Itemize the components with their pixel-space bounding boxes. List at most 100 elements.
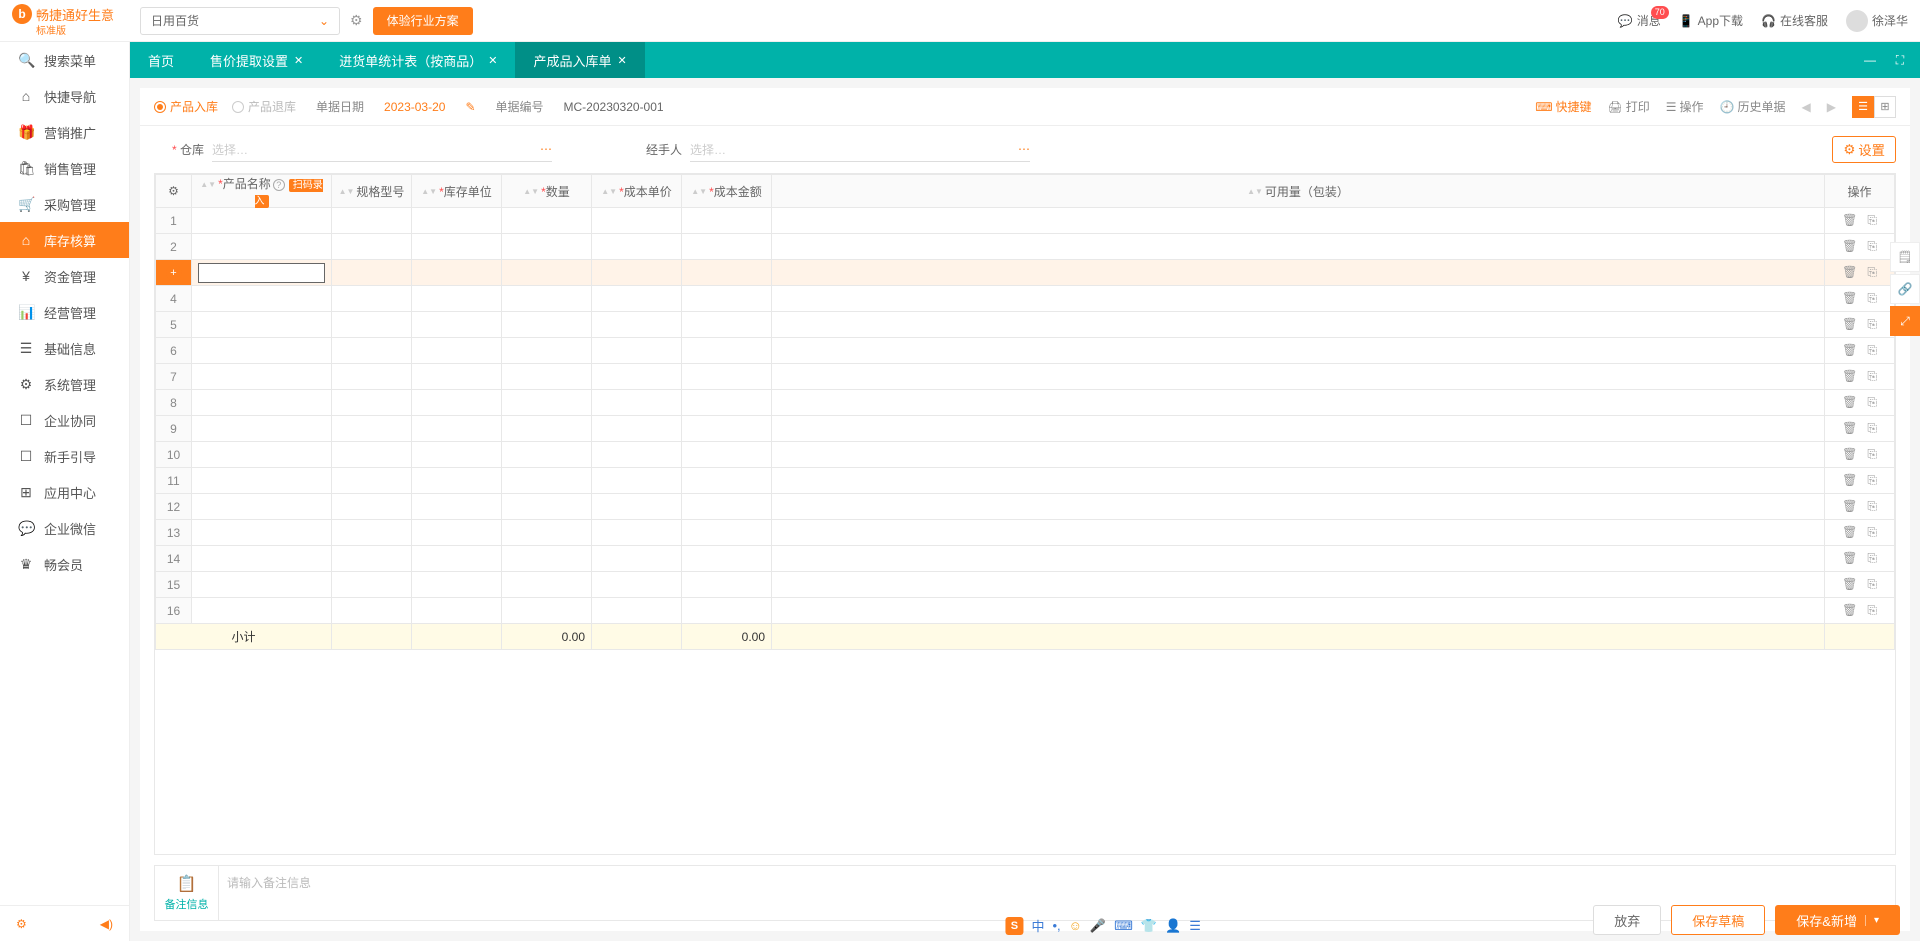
copy-icon[interactable]: ⎘ (1867, 395, 1877, 410)
table-row[interactable]: 1🗑⎘ (156, 208, 1895, 234)
close-icon[interactable]: ✕ (488, 54, 497, 67)
float-expand-icon[interactable]: ⤢ (1890, 306, 1920, 336)
delete-icon[interactable]: 🗑 (1842, 213, 1857, 228)
gear-icon[interactable]: ⚙ (350, 12, 363, 29)
settings-button[interactable]: ⚙ 设置 (1832, 136, 1896, 163)
experience-button[interactable]: 体验行业方案 (373, 7, 473, 35)
radio-product-in[interactable]: 产品入库 (154, 98, 218, 115)
table-row[interactable]: 6🗑⎘ (156, 338, 1895, 364)
save-draft-button[interactable]: 保存草稿 (1671, 905, 1765, 935)
th-amount[interactable]: ▲▼*成本金额 (682, 175, 772, 208)
print-link[interactable]: 🖨 打印 (1608, 98, 1650, 115)
sidebar-item-4[interactable]: 🛒采购管理 (0, 186, 129, 222)
add-row-icon[interactable]: + (166, 265, 182, 281)
sidebar-item-3[interactable]: 🛍销售管理 (0, 150, 129, 186)
table-row[interactable]: 2🗑⎘ (156, 234, 1895, 260)
view-list-button[interactable]: ☰ (1852, 96, 1874, 118)
copy-icon[interactable]: ⎘ (1867, 577, 1877, 592)
th-available[interactable]: ▲▼可用量（包装） (772, 175, 1825, 208)
copy-icon[interactable]: ⎘ (1867, 213, 1877, 228)
discard-button[interactable]: 放弃 (1593, 905, 1661, 935)
tab-0[interactable]: 首页 (130, 42, 192, 78)
float-note-icon[interactable]: 🗒 (1890, 242, 1920, 272)
delete-icon[interactable]: 🗑 (1842, 291, 1857, 306)
product-input[interactable] (198, 263, 325, 283)
prev-doc-icon[interactable]: ◀ (1802, 100, 1811, 114)
sidebar-item-5[interactable]: ⌂库存核算 (0, 222, 129, 258)
sidebar-item-8[interactable]: ☰基础信息 (0, 330, 129, 366)
table-row[interactable]: 7🗑⎘ (156, 364, 1895, 390)
shortcut-link[interactable]: ⌨ 快捷键 (1535, 98, 1591, 115)
delete-icon[interactable]: 🗑 (1842, 421, 1857, 436)
delete-icon[interactable]: 🗑 (1842, 603, 1857, 618)
app-download-link[interactable]: 📱 App下载 (1679, 12, 1743, 29)
delete-icon[interactable]: 🗑 (1842, 499, 1857, 514)
collapse-icon[interactable]: ◀) (100, 917, 113, 931)
tab-2[interactable]: 进货单统计表（按商品）✕ (321, 42, 515, 78)
sidebar-item-14[interactable]: ♛畅会员 (0, 546, 129, 582)
tab-minimize-icon[interactable]: — (1856, 46, 1884, 74)
messages-link[interactable]: 💬 消息 70 (1618, 12, 1661, 29)
sidebar-item-9[interactable]: ⚙系统管理 (0, 366, 129, 402)
copy-icon[interactable]: ⎘ (1867, 265, 1877, 280)
delete-icon[interactable]: 🗑 (1842, 525, 1857, 540)
float-link-icon[interactable]: 🔗 (1890, 274, 1920, 304)
save-new-button[interactable]: 保存&新增▾ (1775, 905, 1900, 935)
table-row[interactable]: 13🗑⎘ (156, 520, 1895, 546)
sidebar-item-13[interactable]: 💬企业微信 (0, 510, 129, 546)
delete-icon[interactable]: 🗑 (1842, 343, 1857, 358)
sidebar-item-2[interactable]: 🎁营销推广 (0, 114, 129, 150)
delete-icon[interactable]: 🗑 (1842, 447, 1857, 462)
user-menu[interactable]: 徐泽华 (1846, 10, 1908, 32)
copy-icon[interactable]: ⎘ (1867, 317, 1877, 332)
next-doc-icon[interactable]: ▶ (1827, 100, 1836, 114)
sidebar-item-11[interactable]: ☐新手引导 (0, 438, 129, 474)
tab-3[interactable]: 产成品入库单✕ (515, 42, 644, 78)
copy-icon[interactable]: ⎘ (1867, 473, 1877, 488)
delete-icon[interactable]: 🗑 (1842, 473, 1857, 488)
sidebar-item-1[interactable]: ⌂快捷导航 (0, 78, 129, 114)
th-gear[interactable]: ⚙ (156, 175, 192, 208)
th-price[interactable]: ▲▼*成本单价 (592, 175, 682, 208)
copy-icon[interactable]: ⎘ (1867, 369, 1877, 384)
copy-icon[interactable]: ⎘ (1867, 343, 1877, 358)
category-select[interactable]: 日用百货 ⌄ (140, 7, 340, 35)
delete-icon[interactable]: 🗑 (1842, 395, 1857, 410)
warehouse-select[interactable]: 选择… ⋯ (212, 138, 552, 162)
close-icon[interactable]: ✕ (294, 54, 303, 67)
delete-icon[interactable]: 🗑 (1842, 551, 1857, 566)
table-row[interactable]: 12🗑⎘ (156, 494, 1895, 520)
th-unit[interactable]: ▲▼*库存单位 (412, 175, 502, 208)
more-icon[interactable]: ⋯ (1018, 142, 1030, 156)
tab-expand-icon[interactable]: ⛶ (1886, 46, 1914, 74)
edit-icon[interactable]: ✎ (465, 100, 475, 114)
table-row[interactable]: 10🗑⎘ (156, 442, 1895, 468)
table-row[interactable]: 9🗑⎘ (156, 416, 1895, 442)
sidebar-item-12[interactable]: ⊞应用中心 (0, 474, 129, 510)
table-row[interactable]: 15🗑⎘ (156, 572, 1895, 598)
copy-icon[interactable]: ⎘ (1867, 291, 1877, 306)
handler-select[interactable]: 选择… ⋯ (690, 138, 1030, 162)
chevron-down-icon[interactable]: ▾ (1865, 915, 1879, 926)
settings-gear-icon[interactable]: ⚙ (16, 917, 27, 931)
copy-icon[interactable]: ⎘ (1867, 499, 1877, 514)
delete-icon[interactable]: 🗑 (1842, 239, 1857, 254)
table-row[interactable]: 16🗑⎘ (156, 598, 1895, 624)
support-link[interactable]: 🎧 在线客服 (1761, 12, 1828, 29)
view-grid-button[interactable]: ⊞ (1874, 96, 1896, 118)
operate-link[interactable]: ☰ 操作 (1666, 98, 1704, 115)
sidebar-item-10[interactable]: ☐企业协同 (0, 402, 129, 438)
table-row[interactable]: +🗑⎘ (156, 260, 1895, 286)
th-spec[interactable]: ▲▼规格型号 (332, 175, 412, 208)
th-qty[interactable]: ▲▼*数量 (502, 175, 592, 208)
sidebar-item-0[interactable]: 🔍搜索菜单 (0, 42, 129, 78)
doc-date[interactable]: 2023-03-20 (384, 100, 445, 114)
sidebar-item-7[interactable]: 📊经营管理 (0, 294, 129, 330)
copy-icon[interactable]: ⎘ (1867, 525, 1877, 540)
sidebar-item-6[interactable]: ¥资金管理 (0, 258, 129, 294)
copy-icon[interactable]: ⎘ (1867, 603, 1877, 618)
table-row[interactable]: 14🗑⎘ (156, 546, 1895, 572)
copy-icon[interactable]: ⎘ (1867, 421, 1877, 436)
radio-product-out[interactable]: 产品退库 (232, 98, 296, 115)
delete-icon[interactable]: 🗑 (1842, 577, 1857, 592)
